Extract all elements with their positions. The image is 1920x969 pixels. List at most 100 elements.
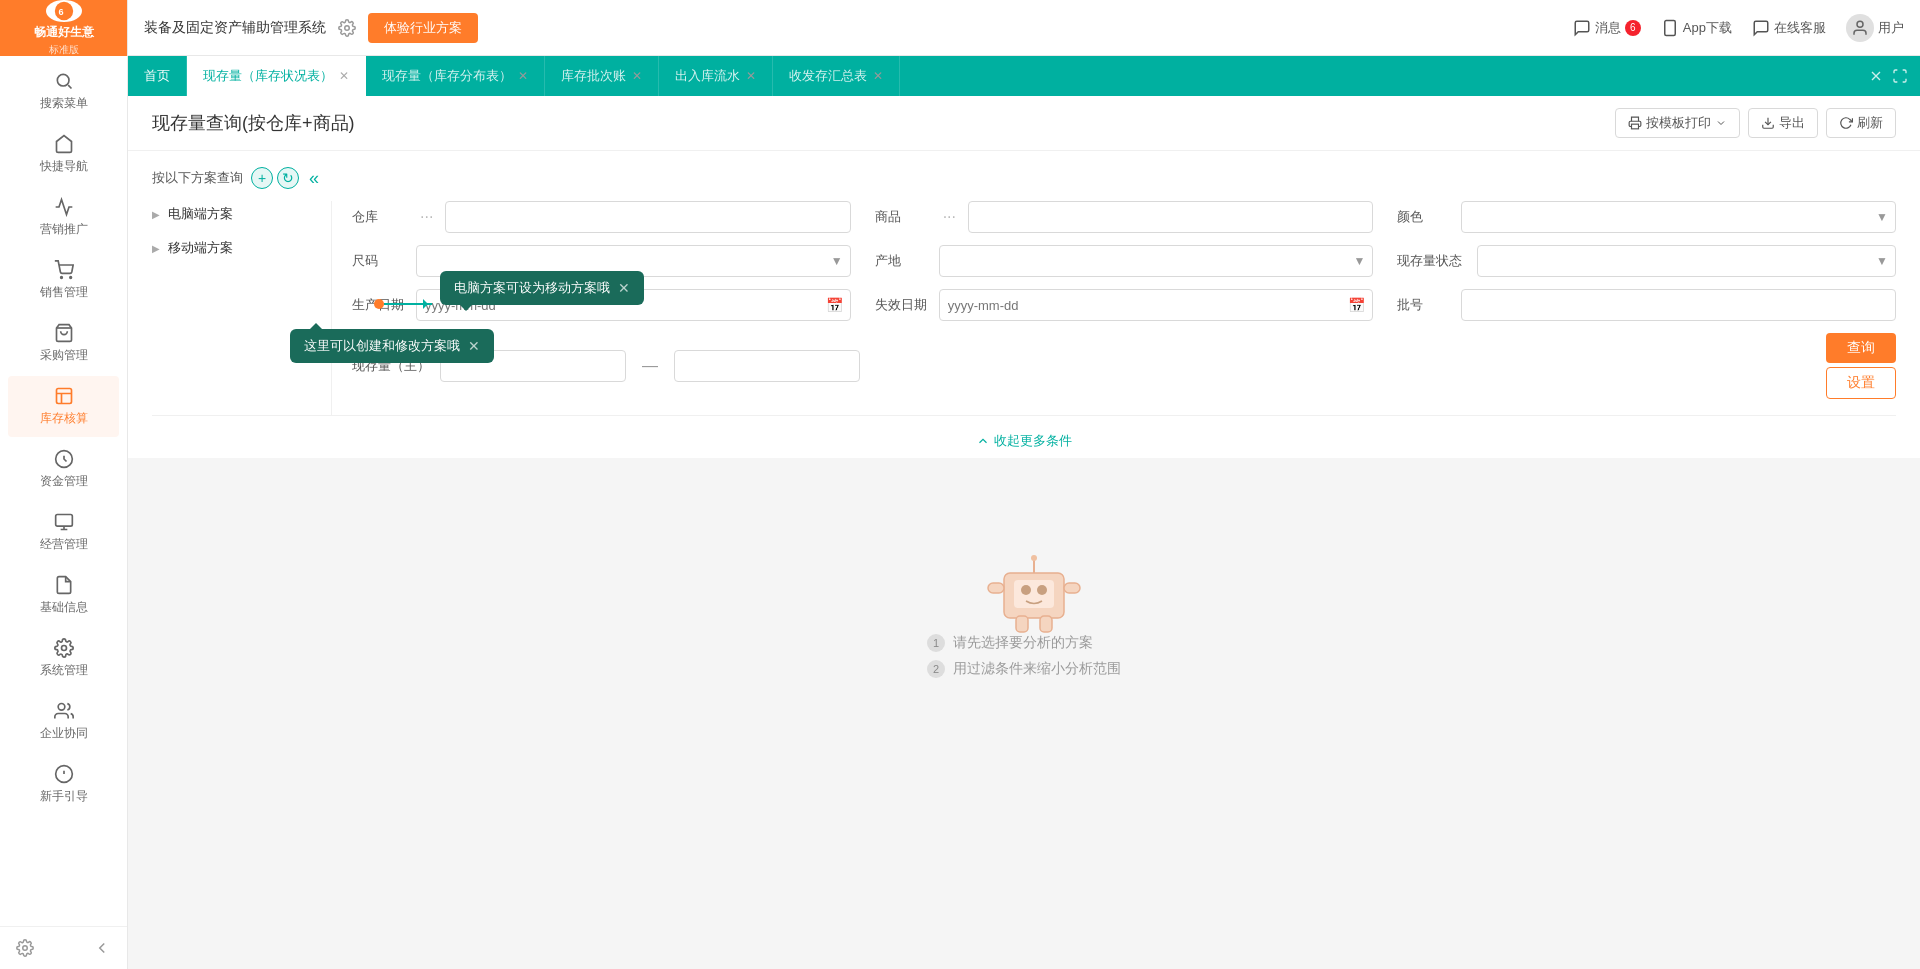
- scheme-panel: ▶ 电脑端方案 ▶ 移动端方案: [152, 201, 332, 415]
- tab-batch-account[interactable]: 库存批次账 ✕: [545, 56, 659, 96]
- empty-illustration: [974, 538, 1074, 618]
- stock-main-input-max[interactable]: [674, 350, 860, 382]
- sidebar-item-guide[interactable]: 新手引导: [8, 754, 119, 815]
- batch-no-label: 批号: [1397, 296, 1453, 314]
- filter-icons: + ↻ «: [251, 167, 325, 189]
- filter-area: 按以下方案查询 + ↻ « ▶ 电脑端方案: [128, 151, 1920, 458]
- sidebar-item-nav[interactable]: 快捷导航: [8, 124, 119, 185]
- tab-summary-label: 收发存汇总表: [789, 67, 867, 85]
- expiry-date-cal-icon[interactable]: 📅: [1348, 297, 1365, 313]
- color-label: 颜色: [1397, 208, 1453, 226]
- svg-point-4: [69, 277, 71, 279]
- sidebar-item-purchase[interactable]: 采购管理: [8, 313, 119, 374]
- tab-inout-flow-close[interactable]: ✕: [746, 69, 756, 83]
- sidebar-item-inventory[interactable]: 库存核算: [8, 376, 119, 437]
- app-download-btn[interactable]: App下载: [1661, 19, 1732, 37]
- svg-point-10: [58, 704, 65, 711]
- tab-summary-close[interactable]: ✕: [873, 69, 883, 83]
- step2-num: 2: [927, 660, 945, 678]
- orange-dot: [374, 299, 384, 309]
- color-select[interactable]: [1461, 201, 1896, 233]
- tab-stock-status[interactable]: 现存量（库存状况表） ✕: [187, 56, 366, 96]
- sidebar-item-system[interactable]: 系统管理: [8, 628, 119, 689]
- settings-gear-icon[interactable]: [338, 19, 356, 37]
- step1-num: 1: [927, 634, 945, 652]
- app-name: 畅通好生意: [34, 24, 94, 41]
- sidebar-item-operation[interactable]: 经营管理: [8, 502, 119, 563]
- color-select-wrap: ▼: [1461, 201, 1896, 233]
- collapse-label: 收起更多条件: [994, 432, 1072, 450]
- svg-point-21: [1021, 585, 1031, 595]
- refresh-scheme-btn[interactable]: ↻: [277, 167, 299, 189]
- reset-btn[interactable]: 设置: [1826, 367, 1896, 399]
- origin-select[interactable]: [939, 245, 1374, 277]
- scheme-mobile-section: ▶ 移动端方案: [152, 235, 315, 261]
- tab-close-all-icon[interactable]: [1868, 68, 1884, 84]
- sidebar-item-search[interactable]: 搜索菜单: [8, 61, 119, 122]
- warehouse-dots[interactable]: ···: [416, 208, 437, 226]
- user-avatar: [1846, 14, 1874, 42]
- svg-point-13: [345, 25, 350, 30]
- batch-no-input[interactable]: [1461, 289, 1896, 321]
- goods-dots[interactable]: ···: [939, 208, 960, 226]
- svg-rect-28: [1040, 616, 1052, 632]
- filter-fields: 仓库 ··· 商品 ··· 颜色: [332, 201, 1896, 415]
- online-support-label: 在线客服: [1774, 19, 1826, 37]
- goods-input[interactable]: [968, 201, 1373, 233]
- sidebar-item-collab[interactable]: 企业协同: [8, 691, 119, 752]
- scheme-mobile-row[interactable]: ▶ 移动端方案: [152, 235, 315, 261]
- scheme-pc-row[interactable]: ▶ 电脑端方案: [152, 201, 315, 227]
- user-menu[interactable]: 用户: [1846, 14, 1904, 42]
- sidebar-item-marketing[interactable]: 营销推广: [8, 187, 119, 248]
- tab-inout-flow[interactable]: 出入库流水 ✕: [659, 56, 773, 96]
- export-btn[interactable]: 导出: [1748, 108, 1818, 138]
- page-actions: 按模板打印 导出 刷新: [1615, 108, 1896, 150]
- expiry-date-input[interactable]: [939, 289, 1374, 321]
- add-scheme-btn[interactable]: +: [251, 167, 273, 189]
- tab-home[interactable]: 首页: [128, 56, 187, 96]
- tooltip2-close[interactable]: ✕: [468, 338, 480, 354]
- filter-stock-status-row: 现存量状态 ▼: [1397, 245, 1896, 277]
- arrow-connector: [384, 303, 432, 305]
- message-badge: 6: [1625, 20, 1641, 36]
- sidebar-label-nav: 快捷导航: [40, 158, 88, 175]
- tooltip-pc-scheme: 电脑方案可设为移动方案哦 ✕: [440, 271, 644, 305]
- refresh-btn[interactable]: 刷新: [1826, 108, 1896, 138]
- production-date-cal-icon[interactable]: 📅: [826, 297, 843, 313]
- tab-stock-status-close[interactable]: ✕: [339, 69, 349, 83]
- user-label: 用户: [1878, 19, 1904, 37]
- tooltip1-close[interactable]: ✕: [618, 280, 630, 296]
- svg-rect-8: [55, 515, 72, 527]
- stock-status-select[interactable]: [1477, 245, 1896, 277]
- warehouse-input[interactable]: [445, 201, 850, 233]
- export-label: 导出: [1779, 114, 1805, 132]
- message-btn[interactable]: 消息 6: [1573, 19, 1641, 37]
- tab-maximize-icon[interactable]: [1892, 68, 1908, 84]
- settings-icon[interactable]: [16, 939, 34, 957]
- collapse-sidebar-icon[interactable]: [93, 939, 111, 957]
- industry-btn[interactable]: 体验行业方案: [368, 13, 478, 43]
- svg-rect-6: [56, 389, 71, 404]
- logo-icon: 6: [46, 0, 82, 22]
- search-btn[interactable]: 查询: [1826, 333, 1896, 363]
- mobile-triangle-icon: ▶: [152, 243, 160, 254]
- sidebar-item-sales[interactable]: 销售管理: [8, 250, 119, 311]
- sidebar-item-finance[interactable]: 资金管理: [8, 439, 119, 500]
- message-label: 消息: [1595, 19, 1621, 37]
- tab-batch-account-close[interactable]: ✕: [632, 69, 642, 83]
- online-support-btn[interactable]: 在线客服: [1752, 19, 1826, 37]
- stock-status-label: 现存量状态: [1397, 252, 1469, 270]
- app-logo: 6 畅通好生意 标准版: [0, 0, 127, 56]
- tab-stock-dist[interactable]: 现存量（库存分布表） ✕: [366, 56, 545, 96]
- svg-point-2: [57, 74, 69, 86]
- tab-stock-dist-close[interactable]: ✕: [518, 69, 528, 83]
- collapse-btn[interactable]: 收起更多条件: [152, 424, 1896, 450]
- print-btn[interactable]: 按模板打印: [1615, 108, 1740, 138]
- app-download-label: App下载: [1683, 19, 1732, 37]
- tab-summary[interactable]: 收发存汇总表 ✕: [773, 56, 900, 96]
- sidebar-item-base[interactable]: 基础信息: [8, 565, 119, 626]
- tab-home-label: 首页: [144, 67, 170, 85]
- app-tag: 标准版: [49, 43, 79, 57]
- back-scheme-btn[interactable]: «: [303, 167, 325, 189]
- tab-batch-account-label: 库存批次账: [561, 67, 626, 85]
